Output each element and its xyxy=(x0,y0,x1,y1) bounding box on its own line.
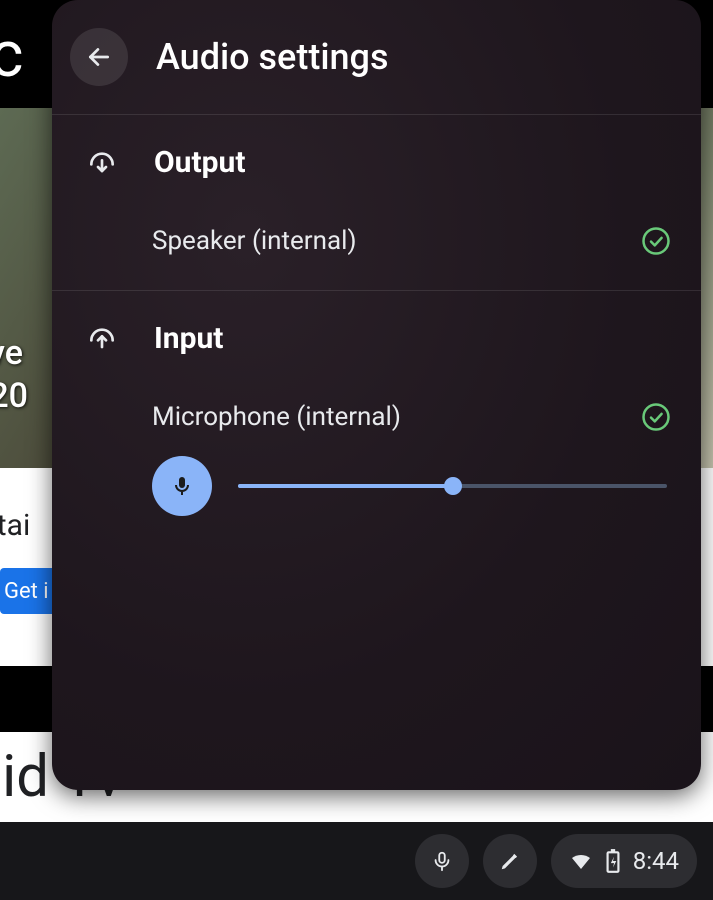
panel-header: Audio settings xyxy=(52,0,701,115)
wifi-icon xyxy=(569,849,593,873)
shelf-mic-button[interactable] xyxy=(415,834,469,888)
panel-title: Audio settings xyxy=(156,36,388,78)
bg-white-label: ertai xyxy=(0,508,30,543)
microphone-icon xyxy=(431,850,453,872)
input-heading: Input xyxy=(154,321,223,356)
output-section-header: Output xyxy=(52,115,701,208)
output-heading: Output xyxy=(154,145,245,180)
slider-thumb[interactable] xyxy=(444,477,462,495)
clock: 8:44 xyxy=(633,847,679,875)
input-device-label: Microphone (internal) xyxy=(152,402,401,432)
headphones-down-icon xyxy=(86,147,118,179)
microphone-icon xyxy=(170,474,194,498)
mic-gain-slider[interactable] xyxy=(238,484,667,488)
pen-icon xyxy=(499,850,521,872)
audio-settings-panel: Audio settings Output Speaker (internal)… xyxy=(52,0,701,790)
output-device-row[interactable]: Speaker (internal) xyxy=(52,208,701,290)
check-circle-icon xyxy=(641,226,671,256)
input-section-header: Input xyxy=(52,291,701,384)
shelf-stylus-button[interactable] xyxy=(483,834,537,888)
output-device-label: Speaker (internal) xyxy=(152,226,357,256)
bg-white-button[interactable]: Get i xyxy=(0,568,56,614)
headphones-up-icon xyxy=(86,323,118,355)
mic-gain-row xyxy=(52,456,701,546)
bg-photo-line2: 020 xyxy=(0,376,28,416)
mic-toggle-button[interactable] xyxy=(152,456,212,516)
check-circle-icon xyxy=(641,402,671,432)
bg-photo-line1: ave xyxy=(0,333,23,373)
arrow-left-icon xyxy=(86,44,112,70)
system-shelf: 8:44 xyxy=(0,822,713,900)
back-button[interactable] xyxy=(70,28,128,86)
battery-icon xyxy=(605,848,621,874)
input-device-row[interactable]: Microphone (internal) xyxy=(52,384,701,456)
status-tray[interactable]: 8:44 xyxy=(551,834,697,888)
bg-top-text: e c xyxy=(0,17,23,92)
